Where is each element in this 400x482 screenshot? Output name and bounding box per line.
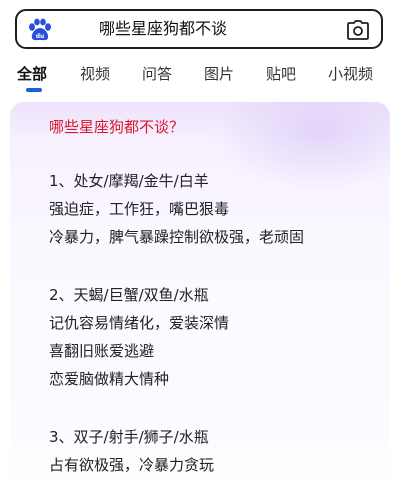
group-heading: 2、天蝎/巨蟹/双鱼/水瓶 [49,286,209,304]
active-tab-indicator [26,88,42,92]
camera-icon[interactable] [347,20,369,40]
tab-tieba[interactable]: 贴吧 [266,64,296,84]
group-line: 强迫症，工作狂，嘴巴狠毒 [49,200,230,218]
group-line: 恋爱脑做精大情种 [49,370,170,388]
baidu-paw-logo-icon[interactable]: du [26,18,54,42]
card-glow [210,102,390,192]
group-line: 喜翻旧账爱逃避 [49,342,155,360]
group-line: 占有欲极强，冷暴力贪玩 [49,456,215,474]
search-input[interactable]: 哪些星座狗都不谈 [99,19,227,39]
tab-short-video[interactable]: 小视频 [328,64,373,84]
group-line: 冷暴力，脾气暴躁控制欲极强，老顽固 [49,228,305,246]
group-heading: 1、处女/摩羯/金牛/白羊 [49,172,209,190]
search-bar[interactable]: du 哪些星座狗都不谈 [15,9,383,49]
tab-all[interactable]: 全部 [17,64,47,84]
group-line: 记仇容易情绪化，爱装深情 [49,314,230,332]
tab-qa[interactable]: 问答 [142,64,172,84]
search-tabs: 全部 视频 问答 图片 贴吧 小视频 [0,60,400,92]
tab-images[interactable]: 图片 [204,64,234,84]
tab-video[interactable]: 视频 [80,64,110,84]
answer-title: 哪些星座狗都不谈？ [49,118,185,136]
group-heading: 3、双子/射手/狮子/水瓶 [49,428,209,446]
svg-text:du: du [36,33,45,40]
answer-card[interactable]: 哪些星座狗都不谈？ 1、处女/摩羯/金牛/白羊 强迫症，工作狂，嘴巴狠毒 冷暴力… [10,102,390,482]
